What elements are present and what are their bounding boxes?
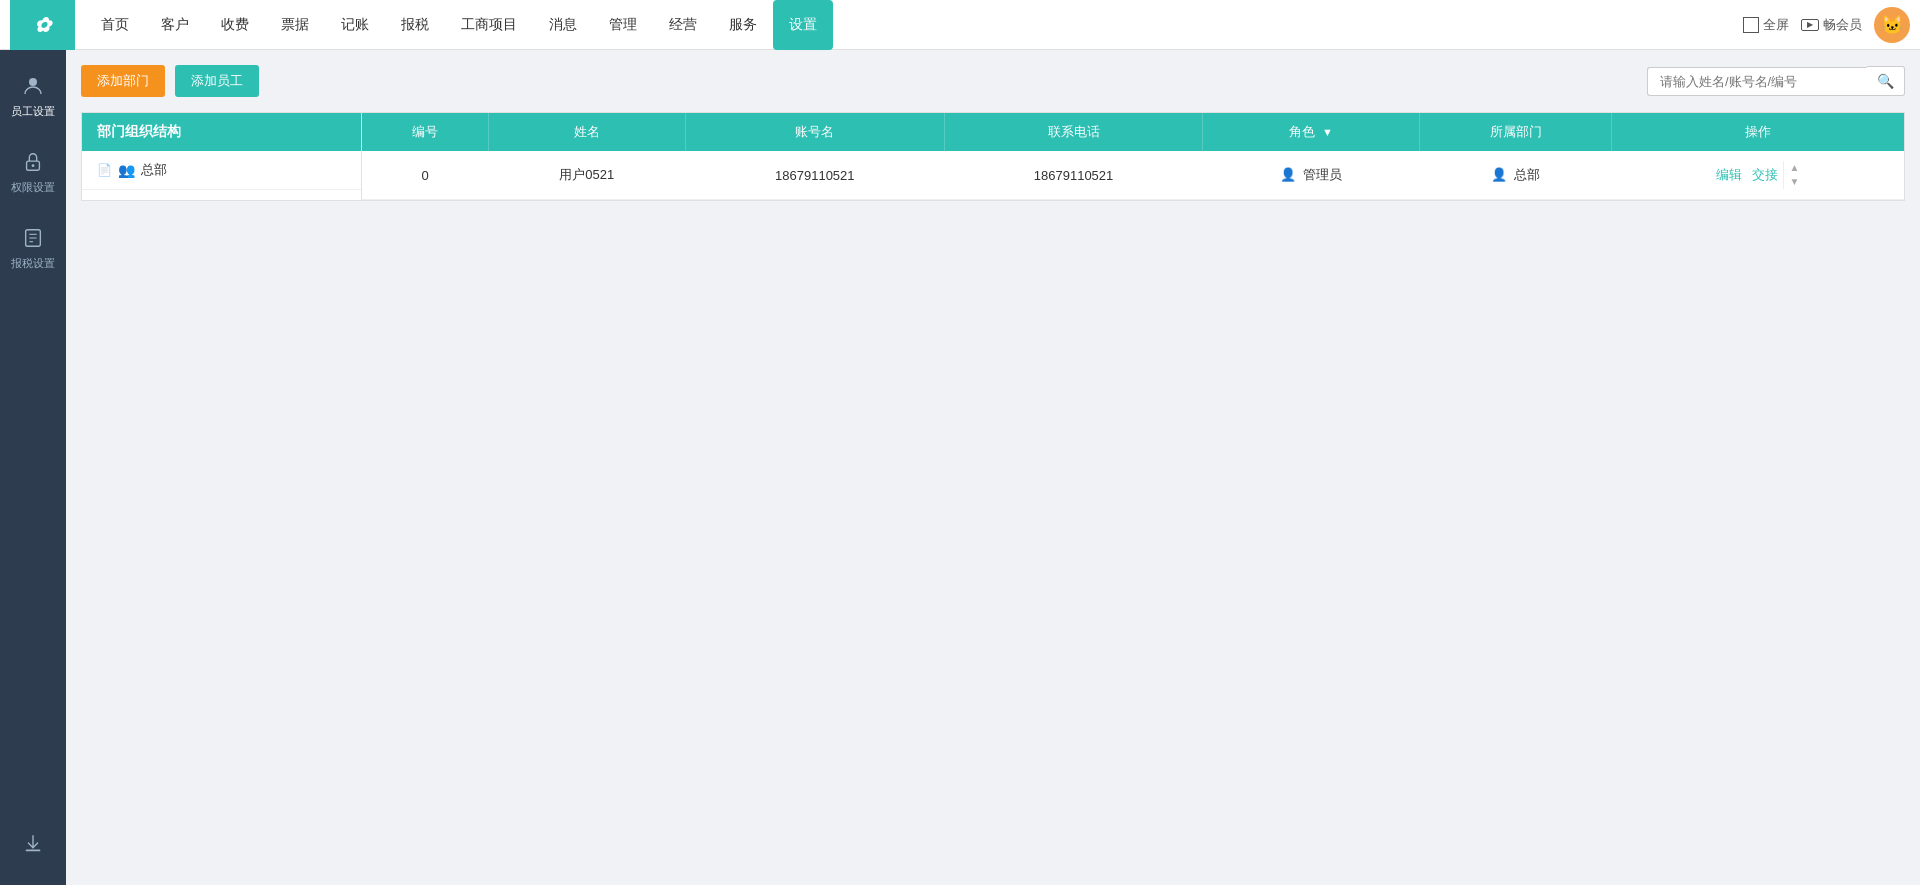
tree-item-label: 总部 xyxy=(141,161,167,179)
search-input[interactable] xyxy=(1647,67,1867,96)
avatar-icon: 🐱 xyxy=(1881,14,1903,36)
nav-operation[interactable]: 经营 xyxy=(653,0,713,50)
action-bar: 添加部门 添加员工 🔍 xyxy=(81,65,1905,97)
edit-link[interactable]: 编辑 xyxy=(1716,166,1742,184)
content-area: 添加部门 添加员工 🔍 部门组织结构 📄 👥 总部 xyxy=(66,50,1920,885)
user-group-icon: 👥 xyxy=(118,162,135,178)
nav-menu: 首页 客户 收费 票据 记账 报税 工商项目 消息 管理 经营 服务 设置 xyxy=(85,0,1743,50)
arrow-down-icon[interactable]: ▼ xyxy=(1789,175,1799,189)
fullscreen-label: 全屏 xyxy=(1763,16,1789,34)
nav-billing[interactable]: 收费 xyxy=(205,0,265,50)
sidebar-item-taxsettings[interactable]: 报税设置 xyxy=(0,212,66,283)
cell-account: 18679110521 xyxy=(685,151,944,200)
filter-icon: ▼ xyxy=(1322,126,1333,138)
fullscreen-button[interactable]: 全屏 xyxy=(1743,16,1789,34)
vip-label: 畅会员 xyxy=(1823,16,1862,34)
search-bar: 🔍 xyxy=(1647,66,1905,96)
col-department: 所属部门 xyxy=(1419,113,1611,151)
cell-name: 用户0521 xyxy=(488,151,685,200)
nav-accounting[interactable]: 记账 xyxy=(325,0,385,50)
taxsettings-icon xyxy=(19,224,47,252)
col-role[interactable]: 角色 ▼ xyxy=(1203,113,1419,151)
table-layout: 部门组织结构 📄 👥 总部 编号 姓名 账号名 联系电话 xyxy=(81,112,1905,201)
svg-rect-7 xyxy=(26,850,41,852)
nav-invoice[interactable]: 票据 xyxy=(265,0,325,50)
table-header-row: 编号 姓名 账号名 联系电话 角色 ▼ 所属部门 操作 xyxy=(362,113,1904,151)
add-employee-button[interactable]: 添加员工 xyxy=(175,65,259,97)
search-button[interactable]: 🔍 xyxy=(1867,66,1905,96)
main-layout: 员工设置 权限设置 报税设置 xyxy=(0,50,1920,885)
data-table: 编号 姓名 账号名 联系电话 角色 ▼ 所属部门 操作 xyxy=(362,113,1904,200)
transfer-link[interactable]: 交接 xyxy=(1752,166,1778,184)
tree-panel: 部门组织结构 📄 👥 总部 xyxy=(82,113,362,200)
download-icon xyxy=(19,830,47,858)
nav-service[interactable]: 服务 xyxy=(713,0,773,50)
user-avatar[interactable]: 🐱 xyxy=(1874,7,1910,43)
vip-button[interactable]: ▶ 畅会员 xyxy=(1801,16,1862,34)
col-id: 编号 xyxy=(362,113,488,151)
scroll-arrows: ▲ ▼ xyxy=(1783,161,1804,189)
role-user-icon: 👤 xyxy=(1280,167,1296,182)
nav-manage[interactable]: 管理 xyxy=(593,0,653,50)
arrow-up-icon[interactable]: ▲ xyxy=(1789,161,1799,175)
add-department-button[interactable]: 添加部门 xyxy=(81,65,165,97)
nav-business[interactable]: 工商项目 xyxy=(445,0,533,50)
sidebar-item-permission[interactable]: 权限设置 xyxy=(0,136,66,207)
svg-point-0 xyxy=(29,78,37,86)
dept-label: 总部 xyxy=(1514,167,1540,182)
nav-right-area: 全屏 ▶ 畅会员 🐱 xyxy=(1743,7,1910,43)
logo: ✿ xyxy=(10,0,75,50)
dept-user-icon: 👤 xyxy=(1491,167,1507,182)
col-account: 账号名 xyxy=(685,113,944,151)
col-actions: 操作 xyxy=(1612,113,1904,151)
cell-id: 0 xyxy=(362,151,488,200)
col-phone: 联系电话 xyxy=(944,113,1203,151)
nav-message[interactable]: 消息 xyxy=(533,0,593,50)
col-name: 姓名 xyxy=(488,113,685,151)
role-label: 管理员 xyxy=(1303,167,1342,182)
cell-department: 👤 总部 xyxy=(1419,151,1611,200)
nav-home[interactable]: 首页 xyxy=(85,0,145,50)
vip-icon: ▶ xyxy=(1801,19,1819,31)
sidebar-employee-label: 员工设置 xyxy=(11,104,55,119)
nav-tax[interactable]: 报税 xyxy=(385,0,445,50)
table-row: 0 用户0521 18679110521 18679110521 👤 管理员 👤… xyxy=(362,151,1904,200)
sidebar-download-button[interactable] xyxy=(14,818,52,870)
employee-table: 编号 姓名 账号名 联系电话 角色 ▼ 所属部门 操作 xyxy=(362,113,1904,200)
tree-header: 部门组织结构 xyxy=(82,113,361,151)
nav-client[interactable]: 客户 xyxy=(145,0,205,50)
nav-settings[interactable]: 设置 xyxy=(773,0,833,50)
cell-role: 👤 管理员 xyxy=(1203,151,1419,200)
search-icon: 🔍 xyxy=(1877,73,1894,89)
permission-icon xyxy=(19,148,47,176)
sidebar-permission-label: 权限设置 xyxy=(11,180,55,195)
logo-icon: ✿ xyxy=(34,13,51,37)
file-icon: 📄 xyxy=(97,163,112,177)
fullscreen-icon xyxy=(1743,17,1759,33)
employee-icon xyxy=(19,72,47,100)
top-navigation: ✿ 首页 客户 收费 票据 记账 报税 工商项目 消息 管理 经营 服务 设置 … xyxy=(0,0,1920,50)
sidebar: 员工设置 权限设置 报税设置 xyxy=(0,50,66,885)
cell-phone: 18679110521 xyxy=(944,151,1203,200)
sidebar-bottom-area xyxy=(14,818,52,885)
cell-actions: 编辑 交接 ▲ ▼ xyxy=(1612,151,1904,199)
sidebar-taxsettings-label: 报税设置 xyxy=(11,256,55,271)
svg-point-2 xyxy=(32,164,35,167)
tree-item-headquarters[interactable]: 📄 👥 总部 xyxy=(82,151,361,190)
sidebar-item-employee[interactable]: 员工设置 xyxy=(0,60,66,131)
